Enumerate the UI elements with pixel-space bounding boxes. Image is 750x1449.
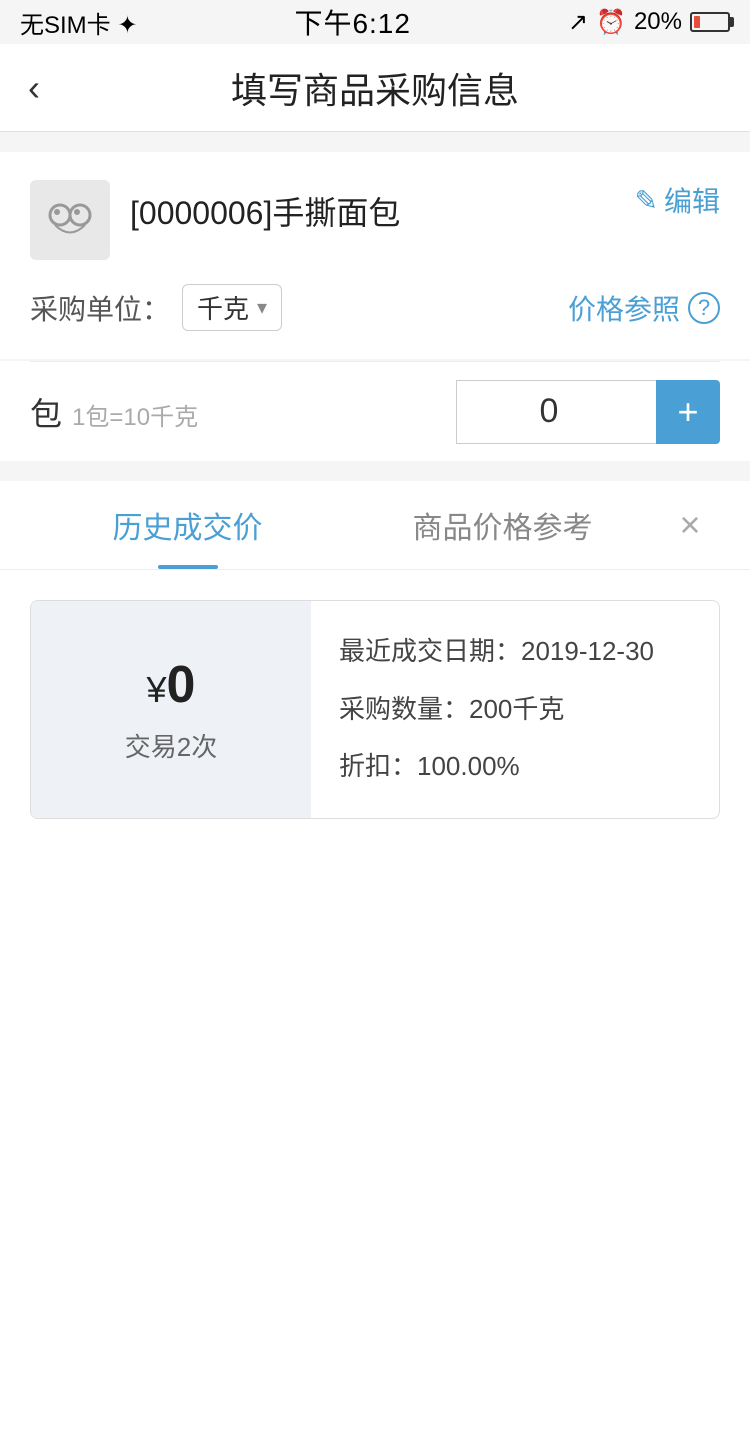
unit-selector[interactable]: 千克 ▾: [182, 284, 282, 331]
currency-symbol: ¥: [147, 669, 167, 710]
detail-row-date: 最近成交日期：2019-12-30: [339, 631, 691, 673]
tabs-header: 历史成交价 商品价格参考 ×: [0, 481, 750, 570]
nav-bar: ‹ 填写商品采购信息: [0, 44, 750, 132]
quantity-unit: 包: [30, 389, 62, 435]
transaction-price: ¥0: [147, 655, 196, 715]
quantity-row: 包 1包=10千克 +: [30, 361, 720, 461]
quantity-input[interactable]: [456, 380, 656, 444]
page-title: 填写商品采购信息: [231, 62, 519, 114]
tab-history-price[interactable]: 历史成交价: [30, 481, 345, 569]
quantity-input-group: +: [456, 380, 720, 444]
quantity-hint: 1包=10千克: [72, 397, 198, 432]
status-time: 下午6:12: [294, 2, 411, 42]
edit-button[interactable]: ✎ 编辑: [635, 180, 720, 220]
purchase-unit-label: 采购单位：: [30, 288, 170, 328]
alarm-icon: ⏰: [596, 8, 626, 37]
transaction-right: 最近成交日期：2019-12-30 采购数量：200千克 折扣：100.00%: [311, 601, 719, 818]
transaction-left: ¥0 交易2次: [31, 601, 311, 818]
back-button[interactable]: ‹: [28, 67, 40, 109]
tabs-content: ¥0 交易2次 最近成交日期：2019-12-30 采购数量：200千克 折扣：…: [0, 570, 750, 849]
quantity-plus-button[interactable]: +: [656, 380, 720, 444]
tabs-close-button[interactable]: ×: [660, 495, 720, 555]
dropdown-arrow-icon: ▾: [257, 295, 267, 320]
quantity-section: 包 1包=10千克 +: [0, 361, 750, 461]
network-label: 无SIM卡 ✦: [20, 5, 137, 40]
tabs-section: 历史成交价 商品价格参考 × ¥0 交易2次 最近成交日期：2019-12-30…: [0, 481, 750, 849]
transaction-card: ¥0 交易2次 最近成交日期：2019-12-30 采购数量：200千克 折扣：…: [30, 600, 720, 819]
quantity-label: 包 1包=10千克: [30, 389, 198, 435]
product-info: [0000006]手撕面包: [30, 180, 635, 260]
status-bar: 无SIM卡 ✦ 下午6:12 ↗ ⏰ 20%: [0, 0, 750, 44]
info-circle-icon: ?: [688, 292, 720, 324]
product-logo-icon: [40, 190, 100, 250]
status-right-group: ↗ ⏰ 20%: [568, 8, 730, 37]
transaction-count: 交易2次: [125, 727, 217, 764]
bottom-area: [0, 849, 750, 1449]
purchase-unit-row: 采购单位： 千克 ▾ 价格参照 ?: [30, 284, 720, 331]
status-network: 无SIM卡 ✦: [20, 5, 137, 40]
battery-icon: [690, 12, 730, 32]
detail-row-discount: 折扣：100.00%: [339, 746, 691, 788]
product-card: [0000006]手撕面包 ✎ 编辑 采购单位： 千克 ▾ 价格参照 ?: [0, 152, 750, 359]
product-name: [0000006]手撕面包: [130, 180, 400, 234]
battery-percent: 20%: [634, 8, 682, 36]
location-icon: ↗: [568, 8, 588, 37]
product-thumbnail: [30, 180, 110, 260]
product-header: [0000006]手撕面包 ✎ 编辑: [30, 180, 720, 260]
purchase-unit-left: 采购单位： 千克 ▾: [30, 284, 282, 331]
detail-row-quantity: 采购数量：200千克: [339, 689, 691, 731]
edit-icon: ✎: [635, 184, 658, 217]
tab-price-reference[interactable]: 商品价格参考: [345, 481, 660, 569]
price-ref-button[interactable]: 价格参照 ?: [568, 288, 720, 328]
